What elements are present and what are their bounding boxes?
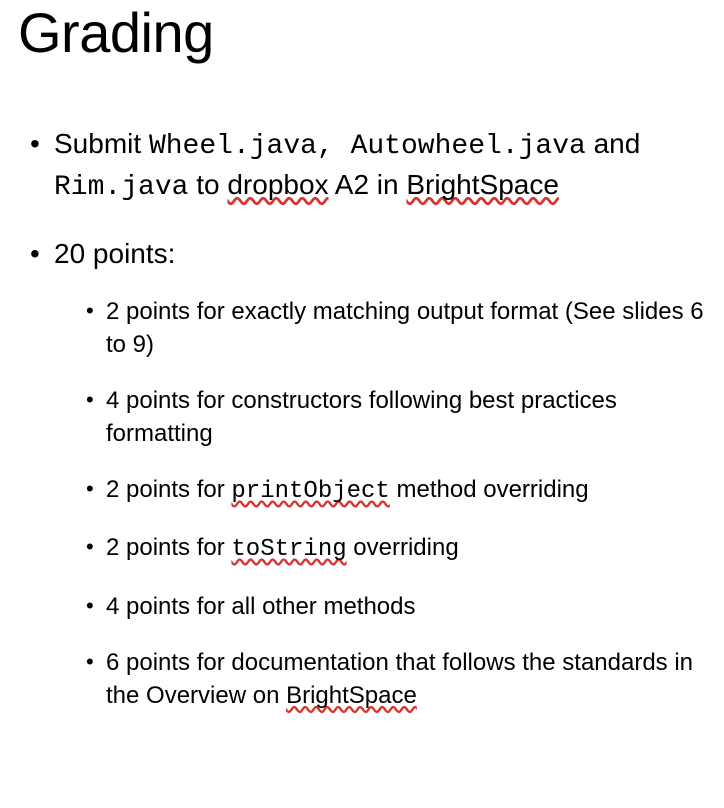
page-title: Grading	[18, 0, 706, 65]
list-item: 4 points for constructors following best…	[90, 385, 706, 450]
code-method: toString	[231, 536, 346, 563]
text: 4 points for constructors following best…	[106, 387, 617, 446]
points-breakdown-list: 2 points for exactly matching output for…	[54, 296, 706, 712]
spellcheck-word: BrightSpace	[286, 682, 417, 709]
text: Submit	[54, 128, 149, 159]
text: 20 points:	[54, 238, 175, 269]
text: 4 points for all other methods	[106, 593, 416, 620]
text: method overriding	[390, 476, 589, 503]
list-item: 20 points: 2 points for exactly matching…	[36, 235, 706, 712]
text: A2 in	[329, 169, 407, 200]
text: 2 points for	[106, 476, 231, 503]
code-method: printObject	[231, 478, 389, 505]
list-item: 6 points for documentation that follows …	[90, 647, 706, 712]
text: and	[586, 128, 641, 159]
code-filename: Wheel.java, Autowheel.java	[149, 131, 586, 162]
text: 2 points for exactly matching output for…	[106, 298, 704, 357]
list-item: 2 points for exactly matching output for…	[90, 296, 706, 361]
list-item: 4 points for all other methods	[90, 591, 706, 623]
spellcheck-word: dropbox	[227, 169, 328, 200]
list-item: Submit Wheel.java, Autowheel.java and Ri…	[36, 125, 706, 207]
list-item: 2 points for printObject method overridi…	[90, 474, 706, 508]
text: 2 points for	[106, 534, 231, 561]
list-item: 2 points for toString overriding	[90, 532, 706, 566]
code-filename: Rim.java	[54, 172, 188, 203]
grading-list: Submit Wheel.java, Autowheel.java and Ri…	[18, 125, 706, 712]
spellcheck-word: BrightSpace	[406, 169, 559, 200]
text: to	[188, 169, 227, 200]
text: overriding	[347, 534, 459, 561]
